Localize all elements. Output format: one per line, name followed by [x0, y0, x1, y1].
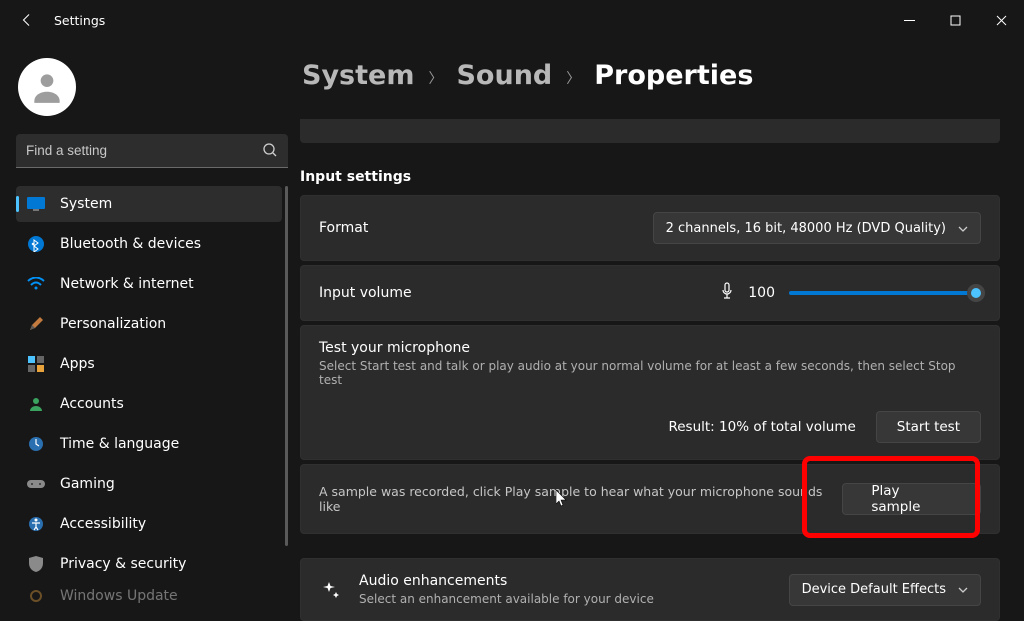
person-icon — [26, 394, 46, 414]
back-button[interactable] — [18, 11, 36, 29]
sidebar: System Bluetooth & devices Network & int… — [0, 40, 300, 621]
nav-label: Time & language — [60, 436, 179, 452]
main-content: System 〉 Sound 〉 Properties Input settin… — [300, 40, 1024, 621]
format-value: 2 channels, 16 bit, 48000 Hz (DVD Qualit… — [666, 221, 946, 236]
microphone-icon — [720, 282, 734, 304]
test-result: Result: 10% of total volume — [668, 419, 855, 435]
start-test-button[interactable]: Start test — [876, 411, 981, 443]
minimize-button[interactable] — [886, 0, 932, 40]
enh-value: Device Default Effects — [802, 582, 946, 597]
paintbrush-icon — [26, 314, 46, 334]
nav-label: Accounts — [60, 396, 124, 412]
close-button[interactable] — [978, 0, 1024, 40]
sample-text: A sample was recorded, click Play sample… — [319, 484, 842, 514]
chevron-right-icon: 〉 — [428, 68, 442, 88]
enh-dropdown[interactable]: Device Default Effects — [789, 574, 981, 606]
nav-label: Windows Update — [60, 588, 178, 604]
wifi-icon — [26, 274, 46, 294]
nav-label: Accessibility — [60, 516, 146, 532]
audio-enhancements-card[interactable]: Audio enhancements Select an enhancement… — [300, 558, 1000, 621]
nav-item-bluetooth[interactable]: Bluetooth & devices — [16, 226, 282, 262]
user-avatar[interactable] — [18, 58, 76, 116]
nav-item-privacy[interactable]: Privacy & security — [16, 546, 282, 582]
nav-label: Bluetooth & devices — [60, 236, 201, 252]
scrollbar-thumb[interactable] — [285, 186, 288, 546]
breadcrumb: System 〉 Sound 〉 Properties — [302, 60, 1000, 91]
title-bar: Settings — [0, 0, 1024, 40]
nav-item-personalization[interactable]: Personalization — [16, 306, 282, 342]
shield-icon — [26, 554, 46, 574]
play-sample-card: A sample was recorded, click Play sample… — [300, 464, 1000, 534]
format-label: Format — [319, 220, 368, 236]
chevron-down-icon — [958, 582, 968, 597]
test-subtitle: Select Start test and talk or play audio… — [319, 359, 981, 387]
crumb-sound[interactable]: Sound — [456, 60, 552, 91]
input-volume-row: Input volume 100 — [300, 265, 1000, 321]
sparkle-icon — [319, 580, 343, 600]
nav-item-network[interactable]: Network & internet — [16, 266, 282, 302]
bluetooth-icon — [26, 234, 46, 254]
volume-slider[interactable] — [789, 291, 981, 295]
enh-subtitle: Select an enhancement available for your… — [359, 592, 654, 606]
test-microphone-card: Test your microphone Select Start test a… — [300, 325, 1000, 460]
enh-title: Audio enhancements — [359, 573, 654, 589]
format-row: Format 2 channels, 16 bit, 48000 Hz (DVD… — [300, 195, 1000, 261]
nav-list: System Bluetooth & devices Network & int… — [16, 186, 288, 621]
nav-label: Apps — [60, 356, 95, 372]
chevron-down-icon — [958, 221, 968, 236]
slider-thumb[interactable] — [967, 284, 985, 302]
nav-item-system[interactable]: System — [16, 186, 282, 222]
accessibility-icon — [26, 514, 46, 534]
input-volume-label: Input volume — [319, 285, 412, 301]
crumb-properties: Properties — [594, 60, 753, 91]
clock-globe-icon — [26, 434, 46, 454]
nav-item-accounts[interactable]: Accounts — [16, 386, 282, 422]
window-title: Settings — [54, 13, 105, 28]
chevron-right-icon: 〉 — [566, 68, 580, 88]
search-input[interactable] — [16, 134, 288, 168]
nav-item-gaming[interactable]: Gaming — [16, 466, 282, 502]
maximize-button[interactable] — [932, 0, 978, 40]
apps-icon — [26, 354, 46, 374]
format-dropdown[interactable]: 2 channels, 16 bit, 48000 Hz (DVD Qualit… — [653, 212, 981, 244]
nav-label: Personalization — [60, 316, 166, 332]
search-icon — [262, 142, 278, 162]
display-icon — [26, 194, 46, 214]
gamepad-icon — [26, 474, 46, 494]
test-title: Test your microphone — [319, 340, 981, 356]
crumb-system[interactable]: System — [302, 60, 414, 91]
nav-item-apps[interactable]: Apps — [16, 346, 282, 382]
search-field[interactable] — [16, 134, 288, 168]
section-title-input: Input settings — [300, 169, 1000, 185]
nav-label: System — [60, 196, 112, 212]
collapsed-card[interactable] — [300, 119, 1000, 143]
nav-item-accessibility[interactable]: Accessibility — [16, 506, 282, 542]
volume-value: 100 — [748, 285, 775, 301]
nav-item-time[interactable]: Time & language — [16, 426, 282, 462]
nav-item-windows-update[interactable]: Windows Update — [16, 586, 282, 606]
nav-label: Privacy & security — [60, 556, 186, 572]
update-icon — [26, 586, 46, 606]
nav-label: Gaming — [60, 476, 115, 492]
play-sample-button[interactable]: Play sample — [842, 483, 981, 515]
nav-label: Network & internet — [60, 276, 194, 292]
